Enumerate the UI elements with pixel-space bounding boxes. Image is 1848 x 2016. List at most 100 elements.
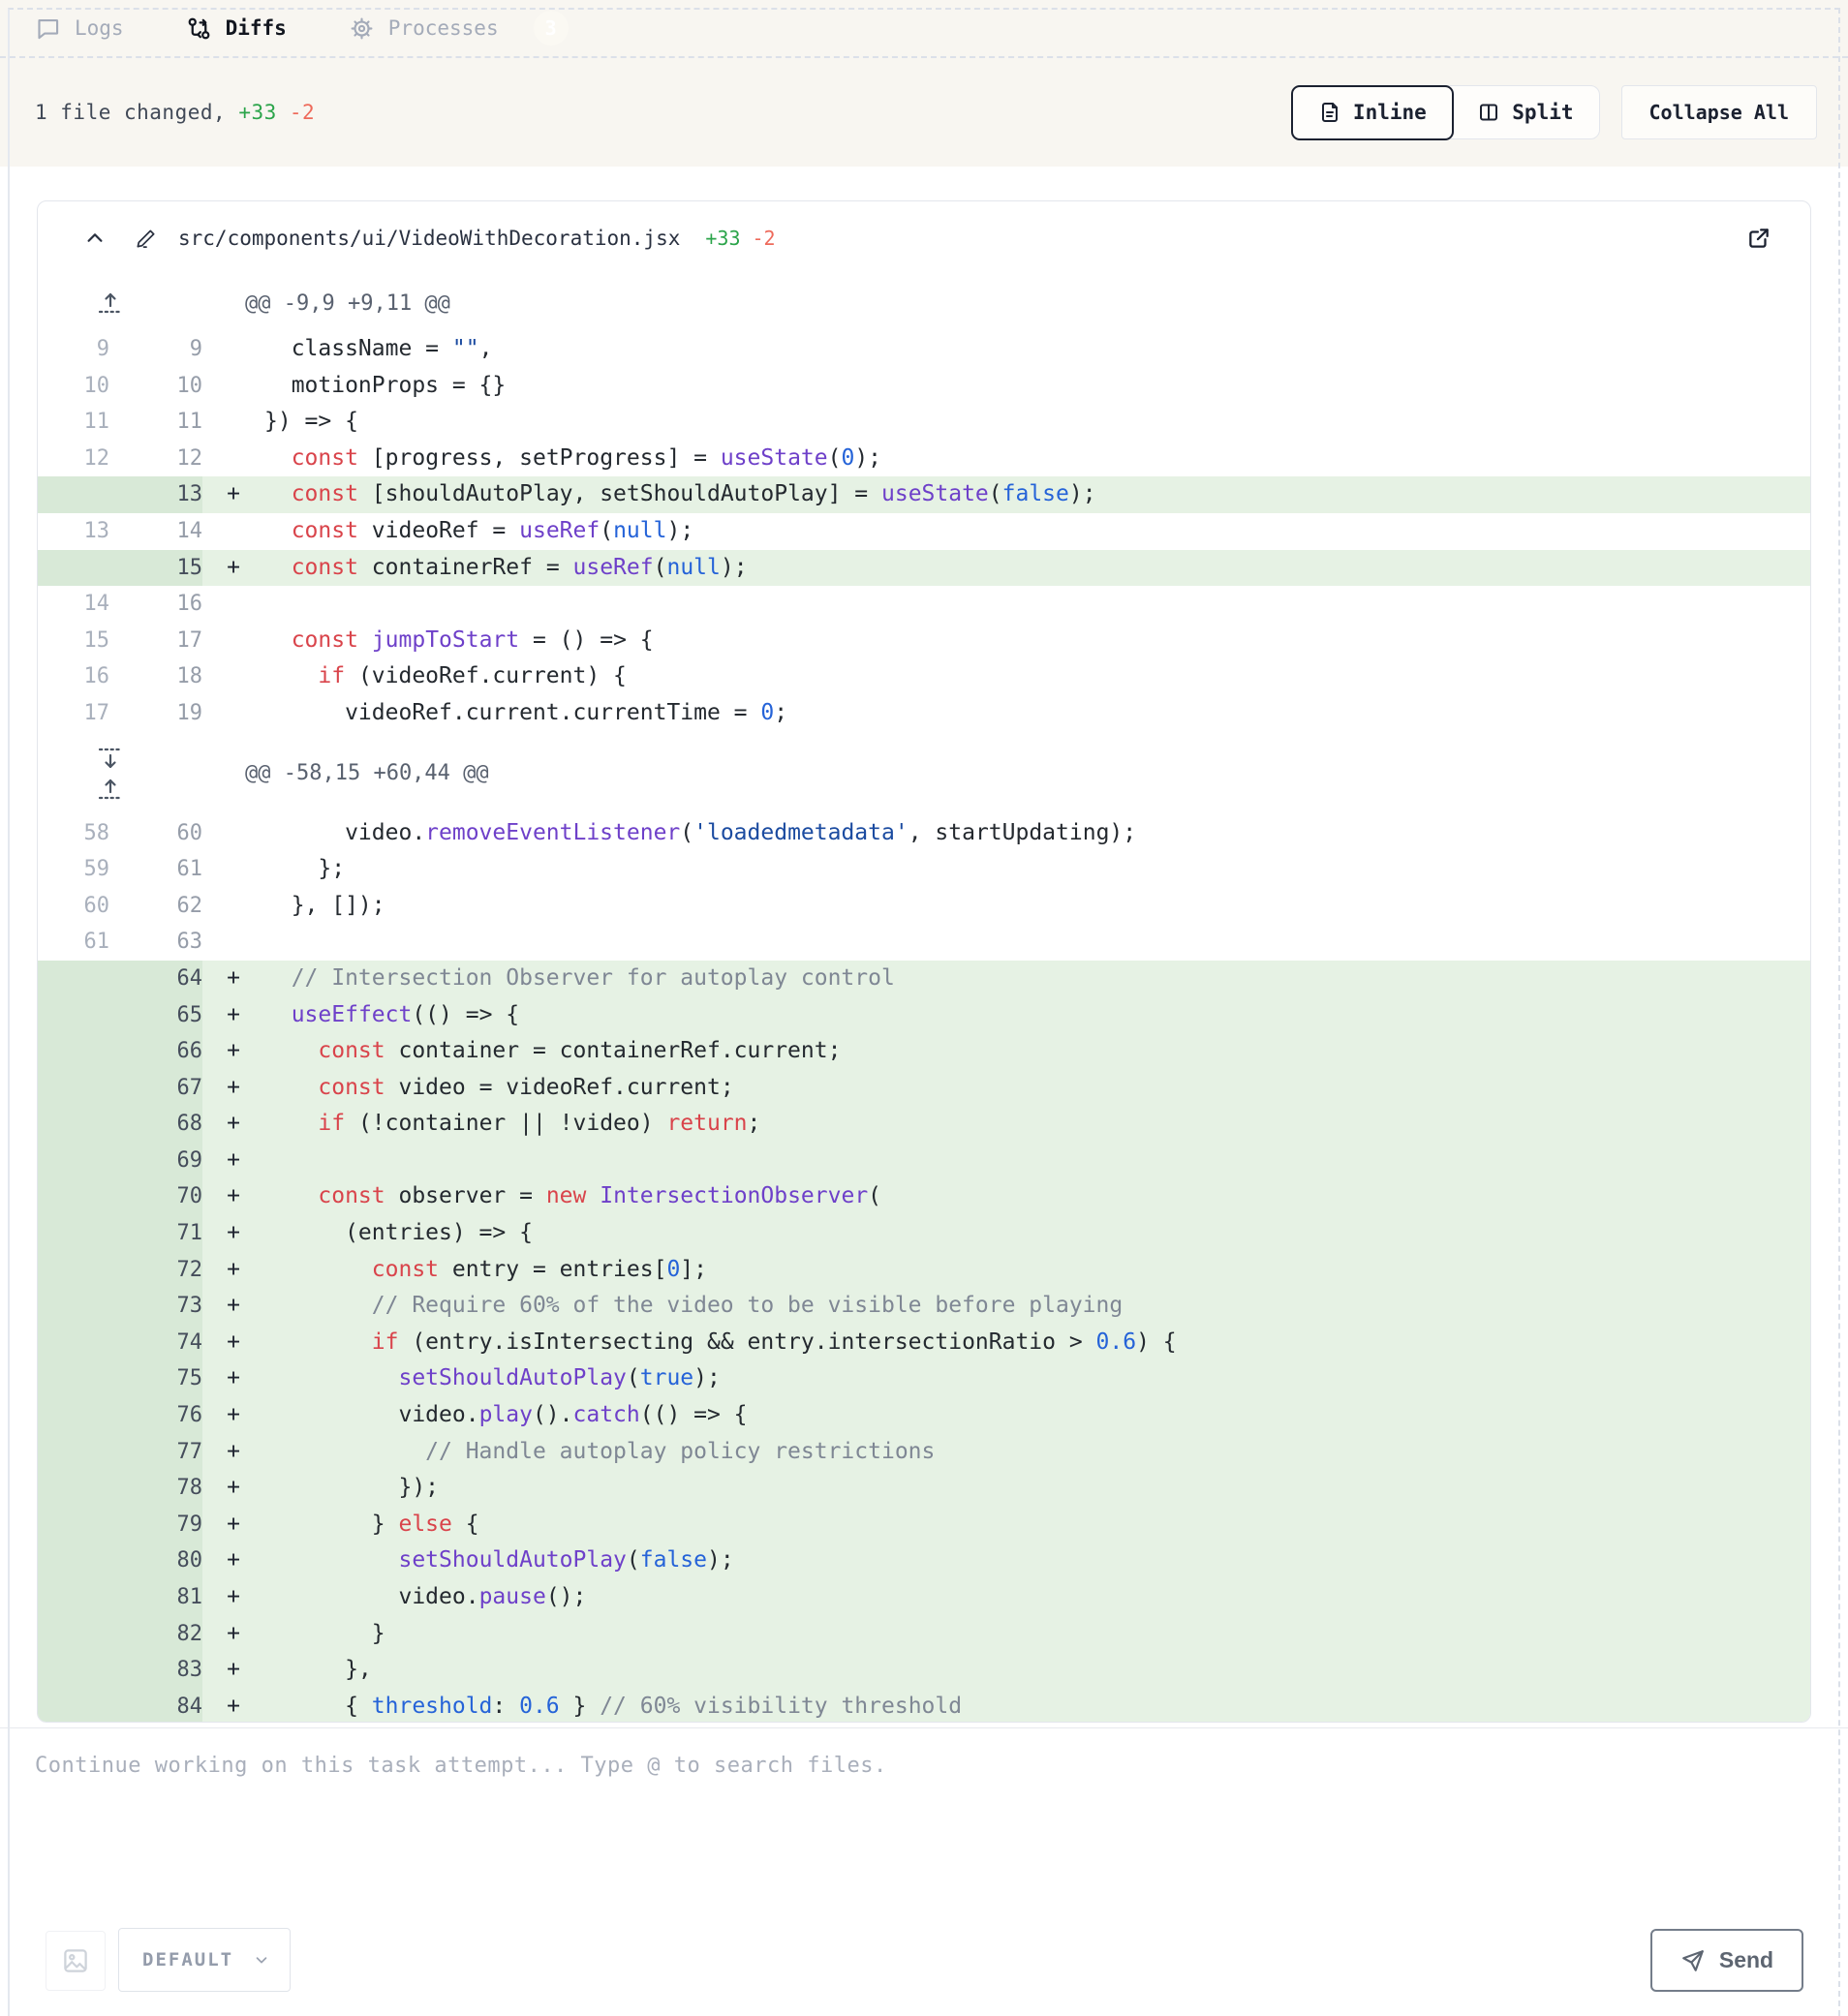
new-line-number: 17 — [176, 627, 203, 653]
code-line: if (entry.isIntersecting && entry.inters… — [264, 1324, 1810, 1361]
tab-logs[interactable]: Logs — [35, 15, 124, 42]
inline-view-button[interactable]: Inline — [1290, 84, 1454, 140]
new-line-number: 80 — [109, 1543, 202, 1579]
new-line-number: 65 — [109, 996, 202, 1034]
old-line-number — [38, 1506, 109, 1543]
diff-row: 9 9 className = "", — [38, 331, 1810, 368]
change-marker — [202, 586, 264, 623]
composer-input[interactable]: Continue working on this task attempt...… — [35, 1754, 1681, 1778]
diff-row: 60 62 }, []); — [38, 888, 1810, 925]
code-line: const [progress, setProgress] = useState… — [291, 444, 882, 471]
diff-row: 75 + setShouldAutoPlay(true); — [38, 1360, 1810, 1398]
diff-row: 10 10 motionProps = {} — [38, 368, 1810, 405]
file-header[interactable]: src/components/ui/VideoWithDecoration.js… — [38, 201, 1810, 275]
tab-label: Logs — [75, 16, 124, 40]
hunk-header: @@ -58,15 +60,44 @@ — [38, 732, 1810, 815]
code-line: }) => { — [264, 409, 358, 435]
additions-count: +33 — [238, 101, 277, 124]
diff-row: 17 19 videoRef.current.currentTime = 0; — [38, 695, 1810, 732]
profile-select-value: DEFAULT — [142, 1949, 234, 1970]
new-line-number: 18 — [176, 664, 203, 689]
tab-processes[interactable]: Processes 3 — [349, 11, 569, 46]
change-marker: + — [202, 1142, 264, 1179]
old-line-number — [38, 960, 109, 997]
change-marker: + — [202, 1033, 264, 1070]
diff-row: 66 + const container = containerRef.curre… — [38, 1033, 1810, 1070]
tab-diffs[interactable]: Diffs — [186, 15, 287, 42]
change-marker — [202, 404, 264, 441]
code-line: const container = containerRef.current; — [264, 1033, 1810, 1070]
diff-row: 13 14 const videoRef = useRef(null); — [38, 513, 1810, 550]
change-marker — [202, 623, 264, 659]
change-marker: + — [202, 1652, 264, 1689]
change-marker: + — [202, 1069, 264, 1107]
new-line-number: 61 — [176, 857, 203, 882]
expand-up-icon[interactable] — [96, 777, 125, 802]
new-line-number: 13 — [109, 476, 202, 513]
hunk-range: @@ -9,9 +9,11 @@ — [245, 290, 450, 316]
attach-image-button[interactable] — [46, 1931, 106, 1991]
change-marker: + — [202, 1470, 264, 1507]
old-line-number — [38, 1579, 109, 1616]
diff-row: 78 + }); — [38, 1470, 1810, 1507]
new-line-number: 19 — [176, 700, 203, 725]
change-marker: + — [202, 1543, 264, 1579]
expand-up-icon[interactable] — [96, 290, 125, 316]
change-marker: + — [202, 960, 264, 997]
change-marker — [202, 441, 264, 477]
change-marker: + — [202, 1215, 264, 1252]
new-line-number: 79 — [109, 1506, 202, 1543]
new-line-number: 81 — [109, 1579, 202, 1616]
code-line: (entries) => { — [264, 1215, 1810, 1252]
new-line-number: 60 — [176, 820, 203, 845]
change-marker: + — [202, 996, 264, 1034]
tab-bar: Logs Diffs Processes 3 — [0, 0, 1848, 58]
change-marker — [202, 513, 264, 550]
new-line-number: 10 — [176, 373, 203, 398]
old-line-number — [38, 476, 109, 513]
change-marker — [202, 924, 264, 961]
panel-header: Logs Diffs Processes 3 1 file changed, +33 … — [0, 0, 1848, 167]
diff-row: 11 11}) => { — [38, 404, 1810, 441]
diff-row: 61 63 — [38, 924, 1810, 961]
expand-context-controls — [38, 746, 183, 802]
code-line: // Handle autoplay policy restrictions — [264, 1433, 1810, 1471]
old-line-number — [38, 1069, 109, 1107]
files-changed-summary: 1 file changed, +33 -2 — [35, 101, 315, 124]
chevron-up-icon[interactable] — [84, 228, 106, 249]
app-window: Logs Diffs Processes 3 1 file changed, +33 … — [0, 0, 1848, 2016]
profile-select[interactable]: DEFAULT — [118, 1928, 291, 1992]
code-line: const videoRef = useRef(null); — [291, 517, 694, 543]
new-line-number: 78 — [109, 1470, 202, 1507]
change-marker — [202, 888, 264, 925]
files-changed-text: 1 file changed, — [35, 101, 227, 124]
tab-label: Processes — [387, 16, 499, 40]
new-line-number: 64 — [109, 960, 202, 997]
diff-row: 83 + }, — [38, 1652, 1810, 1689]
split-view-button[interactable]: Split — [1452, 86, 1598, 138]
code-line: }); — [264, 1470, 1810, 1507]
new-line-number: 15 — [109, 549, 202, 587]
new-line-number: 62 — [176, 893, 203, 918]
code-line: video.removeEventListener('loadedmetadat… — [264, 819, 1137, 845]
code-line: const observer = new IntersectionObserve… — [264, 1178, 1810, 1216]
expand-down-icon[interactable] — [96, 746, 125, 771]
send-button[interactable]: Send — [1650, 1929, 1803, 1992]
old-line-number — [38, 1033, 109, 1070]
old-line-number — [38, 1215, 109, 1252]
code-line: className = "", — [264, 336, 493, 361]
old-line-number — [38, 1106, 109, 1143]
old-line-number — [38, 1688, 109, 1722]
new-line-number: 77 — [109, 1433, 202, 1471]
old-line-number: 13 — [83, 518, 110, 543]
new-line-number: 69 — [109, 1142, 202, 1179]
external-link-icon[interactable] — [1746, 226, 1771, 251]
diff-row: 84 + { threshold: 0.6 } // 60% visibility… — [38, 1688, 1810, 1722]
new-line-number: 68 — [109, 1106, 202, 1143]
new-line-number: 14 — [176, 518, 203, 543]
old-line-number: 61 — [83, 930, 110, 955]
chat-icon — [35, 15, 61, 42]
collapse-all-button[interactable]: Collapse All — [1620, 85, 1817, 139]
code-line: setShouldAutoPlay(true); — [264, 1360, 1810, 1398]
